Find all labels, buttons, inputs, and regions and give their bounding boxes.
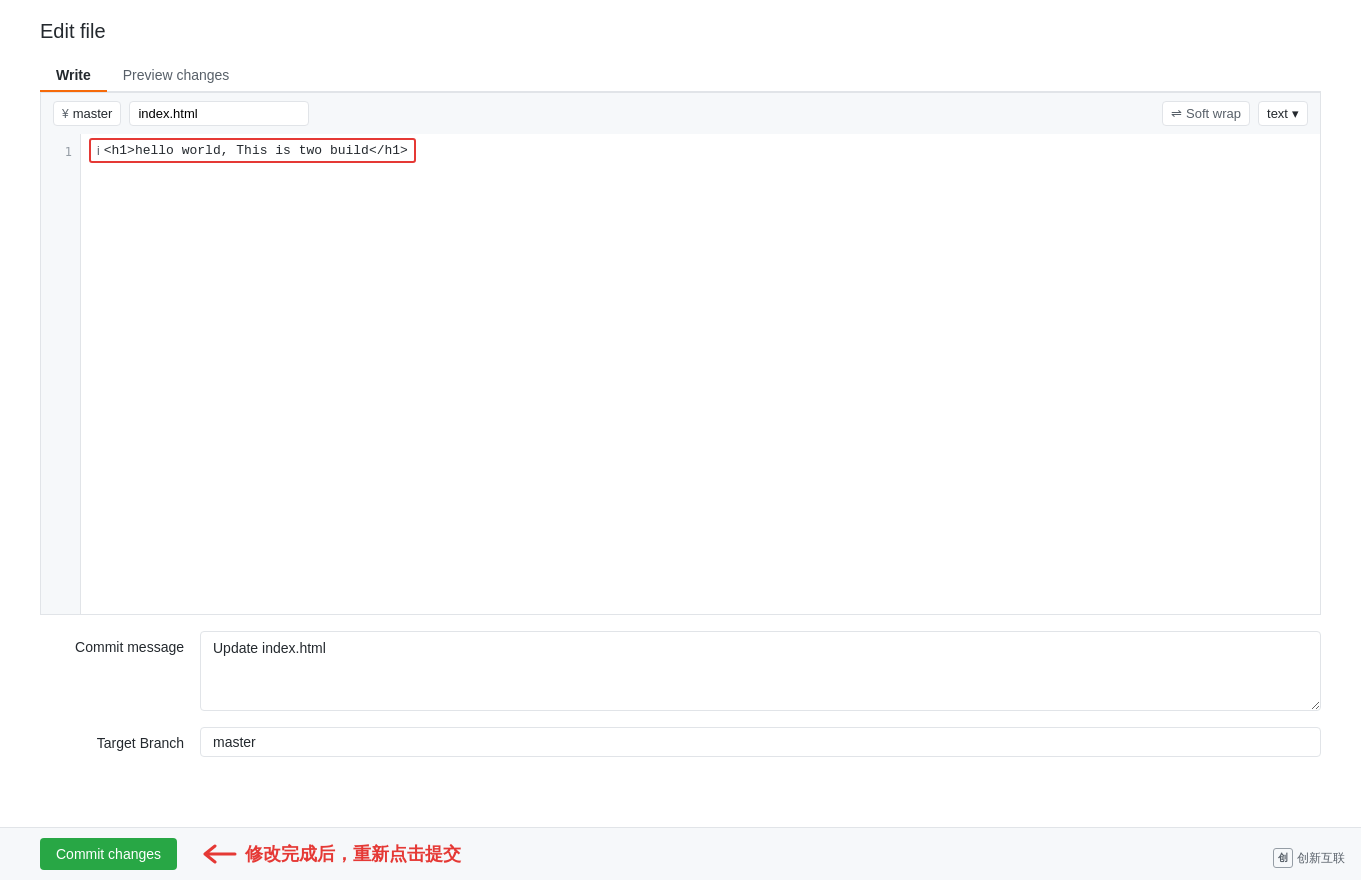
branch-selector[interactable]: ¥ master <box>53 101 121 126</box>
code-text: <h1>hello world, This is two build</h1> <box>104 143 408 158</box>
target-branch-input[interactable] <box>200 727 1321 757</box>
commit-message-input[interactable]: Update index.html <box>200 631 1321 711</box>
commit-message-label: Commit message <box>40 631 200 655</box>
soft-wrap-label: Soft wrap <box>1186 106 1241 121</box>
text-mode-label: text <box>1267 106 1288 121</box>
target-branch-row: Target Branch <box>40 727 1321 757</box>
text-mode-dropdown[interactable]: text ▾ <box>1258 101 1308 126</box>
branch-icon: ¥ <box>62 107 69 121</box>
editor-tabs: Write Preview changes <box>40 59 1321 92</box>
file-name-input[interactable] <box>129 101 309 126</box>
tab-preview[interactable]: Preview changes <box>107 59 246 91</box>
chevron-down-icon: ▾ <box>1292 106 1299 121</box>
soft-wrap-icon: ⇌ <box>1171 106 1182 121</box>
page-title: Edit file <box>40 20 1321 43</box>
editor-area[interactable]: 1 i <h1>hello world, This is two build</… <box>41 134 1320 614</box>
line-number-1: 1 <box>41 142 80 162</box>
tab-write[interactable]: Write <box>40 59 107 91</box>
line-numbers: 1 <box>41 134 81 614</box>
code-content[interactable]: i <h1>hello world, This is two build</h1… <box>81 134 1320 614</box>
commit-section: Commit message Update index.html Target … <box>40 631 1321 793</box>
line-info-icon: i <box>97 144 100 158</box>
branch-name: master <box>73 106 113 121</box>
editor-wrapper: 1 i <h1>hello world, This is two build</… <box>40 134 1321 615</box>
commit-message-row: Commit message Update index.html <box>40 631 1321 711</box>
soft-wrap-button[interactable]: ⇌ Soft wrap <box>1162 101 1250 126</box>
code-line-highlighted: i <h1>hello world, This is two build</h1… <box>89 138 416 163</box>
target-branch-label: Target Branch <box>40 727 200 751</box>
editor-toolbar: ¥ master ⇌ Soft wrap text ▾ <box>40 92 1321 134</box>
